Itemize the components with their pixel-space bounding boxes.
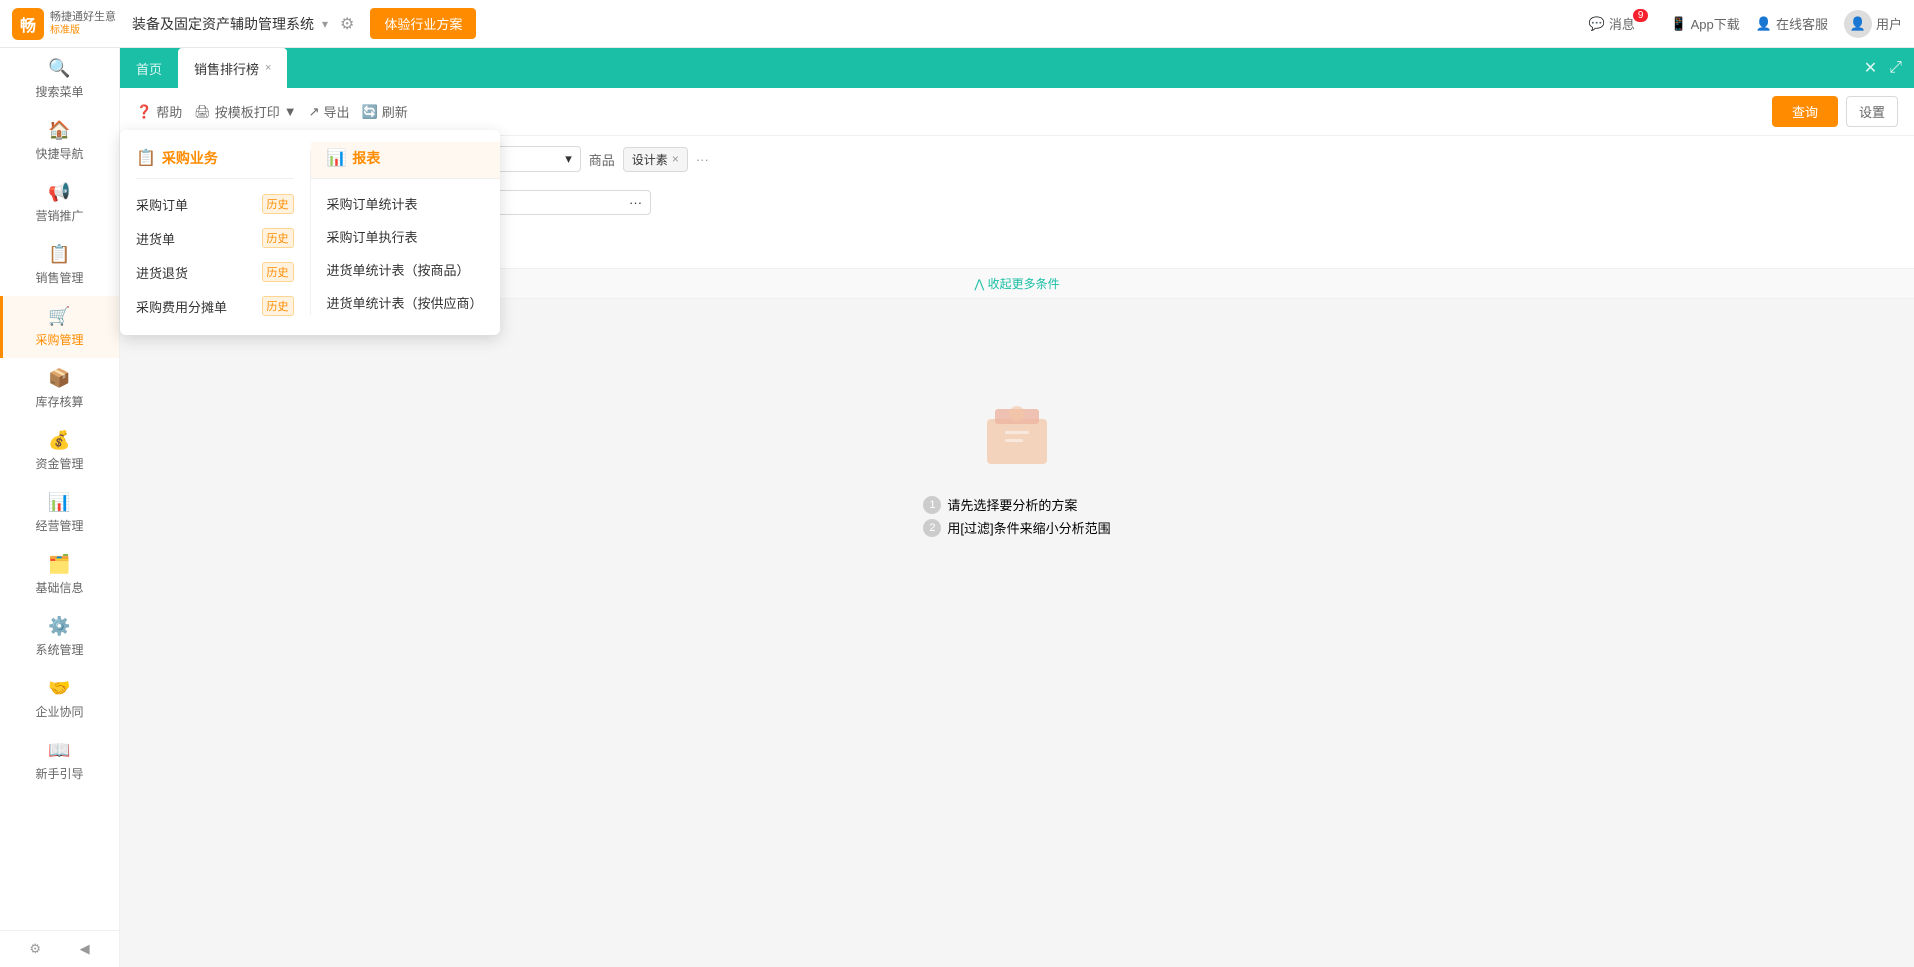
purchase-order-stat-label: 采购订单统计表: [327, 194, 418, 213]
stock-in-history[interactable]: 历史: [262, 228, 294, 248]
dropdown-item-purchase-order-stat[interactable]: 采购订单统计表: [327, 187, 485, 220]
dropdown-item-stock-in-by-product[interactable]: 进货单统计表（按商品）: [327, 253, 485, 286]
purchase-column: 📋 采购业务 采购订单 历史 进货单 历史 进货退货 历史 采购费用分摊单 历史: [120, 142, 310, 323]
stock-return-history[interactable]: 历史: [262, 262, 294, 282]
purchase-fee-history[interactable]: 历史: [262, 296, 294, 316]
dropdown-item-purchase-fee[interactable]: 采购费用分摊单 历史: [136, 289, 294, 323]
purchase-order-label: 采购订单: [136, 195, 188, 214]
report-col-icon: 📊: [327, 148, 347, 168]
stock-in-label: 进货单: [136, 229, 175, 248]
purchase-order-history[interactable]: 历史: [262, 194, 294, 214]
report-col-header: 📊 报表: [311, 142, 501, 179]
purchase-order-exec-label: 采购订单执行表: [327, 227, 418, 246]
dropdown-item-purchase-order-exec[interactable]: 采购订单执行表: [327, 220, 485, 253]
dropdown-columns: 📋 采购业务 采购订单 历史 进货单 历史 进货退货 历史 采购费用分摊单 历史: [120, 142, 500, 323]
purchase-col-header: 📋 采购业务: [136, 142, 294, 179]
stock-in-by-supplier-label: 进货单统计表（按供应商）: [327, 293, 483, 312]
purchase-col-icon: 📋: [136, 148, 156, 168]
purchase-dropdown-menu: 📋 采购业务 采购订单 历史 进货单 历史 进货退货 历史 采购费用分摊单 历史: [120, 130, 500, 335]
dropdown-item-stock-return[interactable]: 进货退货 历史: [136, 255, 294, 289]
stock-in-by-product-label: 进货单统计表（按商品）: [327, 260, 470, 279]
purchase-fee-label: 采购费用分摊单: [136, 297, 227, 316]
dropdown-item-stock-in-by-supplier[interactable]: 进货单统计表（按供应商）: [327, 286, 485, 319]
report-col-title: 报表: [352, 148, 380, 168]
purchase-col-title: 采购业务: [162, 148, 218, 168]
report-column: 📊 报表 采购订单统计表 采购订单执行表 进货单统计表（按商品） 进货单统计表（…: [311, 142, 501, 323]
stock-return-label: 进货退货: [136, 263, 188, 282]
dropdown-item-stock-in[interactable]: 进货单 历史: [136, 221, 294, 255]
dropdown-item-purchase-order[interactable]: 采购订单 历史: [136, 187, 294, 221]
